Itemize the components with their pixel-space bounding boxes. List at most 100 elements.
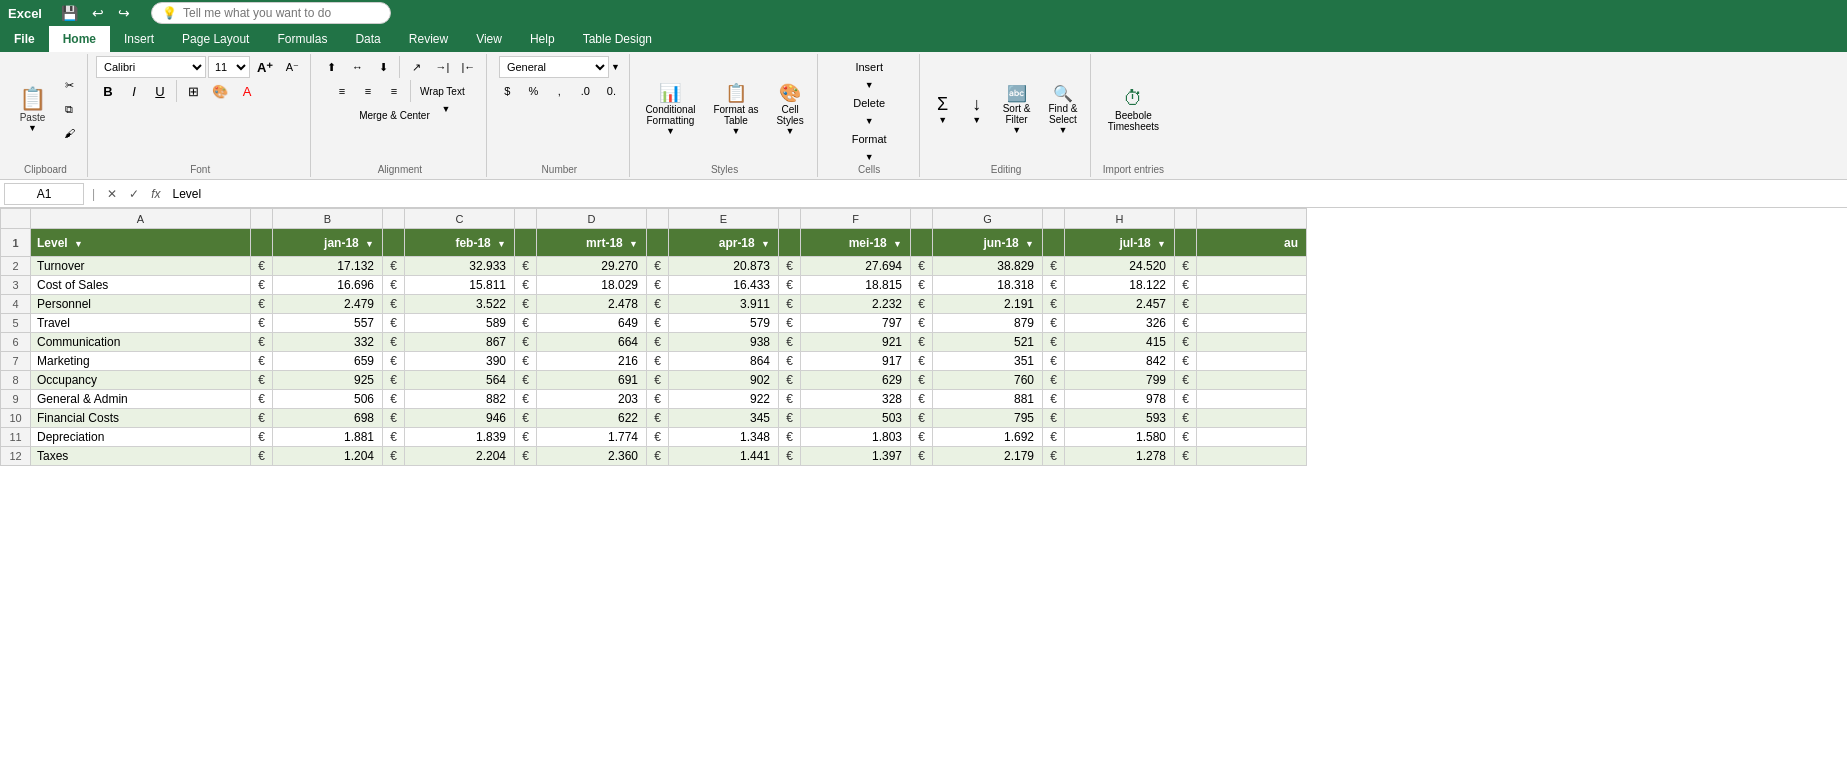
cell-value-6-6[interactable]: 415 bbox=[1065, 333, 1175, 352]
cell-value-9-0[interactable]: 506 bbox=[273, 390, 383, 409]
currency-button[interactable]: $ bbox=[495, 80, 519, 102]
tab-help[interactable]: Help bbox=[516, 26, 569, 52]
cell-euro-5-3[interactable]: € bbox=[647, 314, 669, 333]
insert-button[interactable]: Insert bbox=[850, 56, 888, 78]
cell-value-4-6[interactable]: 2.457 bbox=[1065, 295, 1175, 314]
cell-value-10-1[interactable]: 946 bbox=[405, 409, 515, 428]
cell-value-10-6[interactable]: 593 bbox=[1065, 409, 1175, 428]
align-center-button[interactable]: ≡ bbox=[356, 80, 380, 102]
cell-value-6-5[interactable]: 521 bbox=[933, 333, 1043, 352]
cell-value-10-0[interactable]: 698 bbox=[273, 409, 383, 428]
cell-euro-7-3[interactable]: € bbox=[647, 352, 669, 371]
cell-euro-10-1[interactable]: € bbox=[383, 409, 405, 428]
bold-button[interactable]: B bbox=[96, 80, 120, 102]
cell-value-7-2[interactable]: 216 bbox=[537, 352, 647, 371]
tab-table-design[interactable]: Table Design bbox=[569, 26, 666, 52]
cell-value-7-0[interactable]: 659 bbox=[273, 352, 383, 371]
cell-value-5-5[interactable]: 879 bbox=[933, 314, 1043, 333]
cell-euro-7-1[interactable]: € bbox=[383, 352, 405, 371]
cell-value-2-3[interactable]: 20.873 bbox=[669, 257, 779, 276]
cell-euro-6-1[interactable]: € bbox=[383, 333, 405, 352]
cell-value-9-3[interactable]: 922 bbox=[669, 390, 779, 409]
col-header-I[interactable] bbox=[1197, 209, 1307, 229]
delete-button[interactable]: Delete bbox=[848, 92, 890, 114]
col-header-H[interactable]: H bbox=[1065, 209, 1175, 229]
header-mrt[interactable]: mrt-18 ▼ bbox=[537, 229, 647, 257]
cell-euro-12-3[interactable]: € bbox=[647, 447, 669, 466]
cell-euro-3-1[interactable]: € bbox=[383, 276, 405, 295]
header-mrt-dropdown[interactable]: ▼ bbox=[629, 239, 638, 249]
paste-button[interactable]: 📋 Paste ▼ bbox=[10, 83, 55, 135]
tab-file[interactable]: File bbox=[0, 26, 49, 52]
cell-euro-10-5[interactable]: € bbox=[911, 409, 933, 428]
cell-euro-4-2[interactable]: € bbox=[515, 295, 537, 314]
cell-label-12[interactable]: Taxes bbox=[31, 447, 251, 466]
cell-value-6-4[interactable]: 921 bbox=[801, 333, 911, 352]
cell-value-8-6[interactable]: 799 bbox=[1065, 371, 1175, 390]
cell-euro-8-0[interactable]: € bbox=[251, 371, 273, 390]
format-button[interactable]: Format bbox=[847, 128, 892, 150]
cell-value-6-0[interactable]: 332 bbox=[273, 333, 383, 352]
decrease-decimal-button[interactable]: 0. bbox=[599, 80, 623, 102]
align-bottom-button[interactable]: ⬇ bbox=[371, 56, 395, 78]
cell-label-2[interactable]: Turnover bbox=[31, 257, 251, 276]
cell-value-10-4[interactable]: 503 bbox=[801, 409, 911, 428]
cell-euro-9-0[interactable]: € bbox=[251, 390, 273, 409]
cell-value-4-5[interactable]: 2.191 bbox=[933, 295, 1043, 314]
cell-euro-4-0[interactable]: € bbox=[251, 295, 273, 314]
cell-value-12-6[interactable]: 1.278 bbox=[1065, 447, 1175, 466]
header-mei-dropdown[interactable]: ▼ bbox=[893, 239, 902, 249]
cut-button[interactable]: ✂ bbox=[57, 74, 81, 96]
tab-view[interactable]: View bbox=[462, 26, 516, 52]
cell-euro-7-5[interactable]: € bbox=[911, 352, 933, 371]
cell-value-9-1[interactable]: 882 bbox=[405, 390, 515, 409]
cell-value-12-4[interactable]: 1.397 bbox=[801, 447, 911, 466]
cell-value-11-6[interactable]: 1.580 bbox=[1065, 428, 1175, 447]
cell-euro-6-4[interactable]: € bbox=[779, 333, 801, 352]
format-as-table-button[interactable]: 📋 Format asTable ▼ bbox=[706, 83, 765, 135]
cell-euro-3-0[interactable]: € bbox=[251, 276, 273, 295]
header-jan[interactable]: jan-18 ▼ bbox=[273, 229, 383, 257]
border-button[interactable]: ⊞ bbox=[181, 80, 205, 102]
tab-review[interactable]: Review bbox=[395, 26, 462, 52]
align-right-button[interactable]: ≡ bbox=[382, 80, 406, 102]
cell-value-2-0[interactable]: 17.132 bbox=[273, 257, 383, 276]
header-jan-dropdown[interactable]: ▼ bbox=[365, 239, 374, 249]
cell-value-3-2[interactable]: 18.029 bbox=[537, 276, 647, 295]
cell-euro-9-2[interactable]: € bbox=[515, 390, 537, 409]
cell-value-8-3[interactable]: 902 bbox=[669, 371, 779, 390]
cell-euro-10-4[interactable]: € bbox=[779, 409, 801, 428]
formula-input[interactable] bbox=[168, 183, 1843, 205]
cell-label-3[interactable]: Cost of Sales bbox=[31, 276, 251, 295]
cell-value-3-5[interactable]: 18.318 bbox=[933, 276, 1043, 295]
cell-euro-3-6[interactable]: € bbox=[1043, 276, 1065, 295]
cell-value-4-1[interactable]: 3.522 bbox=[405, 295, 515, 314]
header-aug[interactable]: au bbox=[1197, 229, 1307, 257]
cell-euro-6-2[interactable]: € bbox=[515, 333, 537, 352]
cell-euro-9-5[interactable]: € bbox=[911, 390, 933, 409]
cell-value-4-0[interactable]: 2.479 bbox=[273, 295, 383, 314]
cell-value-3-6[interactable]: 18.122 bbox=[1065, 276, 1175, 295]
header-jun[interactable]: jun-18 ▼ bbox=[933, 229, 1043, 257]
tab-data[interactable]: Data bbox=[341, 26, 394, 52]
insert-function-icon[interactable]: fx bbox=[151, 187, 160, 201]
cell-label-10[interactable]: Financial Costs bbox=[31, 409, 251, 428]
cell-value-8-4[interactable]: 629 bbox=[801, 371, 911, 390]
cell-value-5-3[interactable]: 579 bbox=[669, 314, 779, 333]
cell-euro-4-3[interactable]: € bbox=[647, 295, 669, 314]
tell-me-input[interactable] bbox=[183, 6, 380, 20]
cell-label-5[interactable]: Travel bbox=[31, 314, 251, 333]
header-level-dropdown[interactable]: ▼ bbox=[74, 239, 83, 249]
cell-euro-11-3[interactable]: € bbox=[647, 428, 669, 447]
cell-value-4-4[interactable]: 2.232 bbox=[801, 295, 911, 314]
cell-euro-10-3[interactable]: € bbox=[647, 409, 669, 428]
sort-filter-button[interactable]: 🔤 Sort &Filter ▼ bbox=[996, 83, 1038, 135]
col-header-D[interactable]: D bbox=[537, 209, 647, 229]
col-header-B[interactable]: B bbox=[273, 209, 383, 229]
font-size-select[interactable]: 11 bbox=[208, 56, 250, 78]
cell-euro-12-6[interactable]: € bbox=[1043, 447, 1065, 466]
tab-page-layout[interactable]: Page Layout bbox=[168, 26, 263, 52]
cell-label-8[interactable]: Occupancy bbox=[31, 371, 251, 390]
cell-euro-8-4[interactable]: € bbox=[779, 371, 801, 390]
font-color-button[interactable]: A bbox=[235, 80, 259, 102]
